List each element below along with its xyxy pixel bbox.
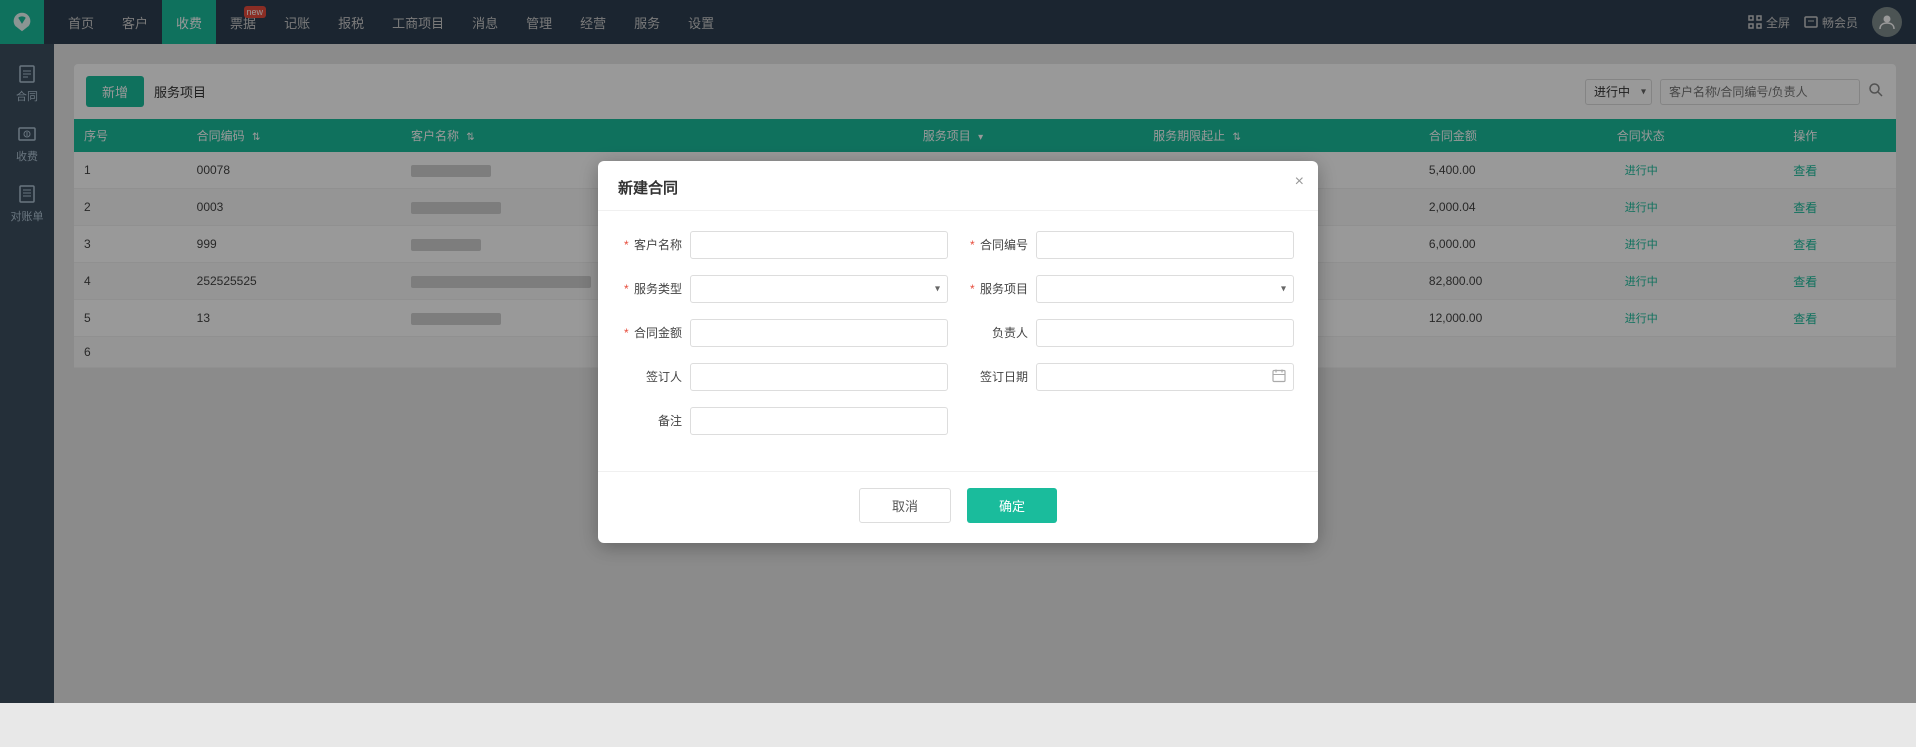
form-row-2: * 服务类型 * 服务项目: [622, 275, 1294, 303]
required-star-4: *: [970, 282, 975, 296]
calendar-icon[interactable]: [1272, 368, 1286, 385]
amount-input[interactable]: 0.00: [690, 319, 948, 347]
form-group-responsible: 负责人: [968, 319, 1294, 347]
new-contract-modal: 新建合同 × * 客户名称 * 合同编号: [598, 161, 1318, 543]
client-name-label: * 客户名称: [622, 236, 682, 253]
form-group-signer: 签订人: [622, 363, 948, 391]
client-name-input[interactable]: [690, 231, 948, 259]
form-group-remarks: 备注: [622, 407, 948, 435]
form-row-3: * 合同金额 0.00 负责人: [622, 319, 1294, 347]
service-type-select-wrap: [690, 275, 948, 303]
remarks-label: 备注: [622, 412, 682, 429]
contract-no-input[interactable]: [1036, 231, 1294, 259]
service-item-select[interactable]: [1036, 275, 1294, 303]
modal-close-button[interactable]: ×: [1295, 173, 1304, 191]
sign-date-label: 签订日期: [968, 368, 1028, 385]
modal-header: 新建合同 ×: [598, 161, 1318, 211]
service-item-select-wrap: [1036, 275, 1294, 303]
required-star-1: *: [624, 238, 629, 252]
amount-label: * 合同金额: [622, 324, 682, 341]
confirm-button[interactable]: 确定: [967, 488, 1057, 523]
form-row-4: 签订人 签订日期 2023-06-06: [622, 363, 1294, 391]
form-row-5: 备注: [622, 407, 1294, 435]
form-group-contract-no: * 合同编号: [968, 231, 1294, 259]
cancel-button[interactable]: 取消: [859, 488, 951, 523]
required-star-3: *: [624, 282, 629, 296]
form-group-amount: * 合同金额 0.00: [622, 319, 948, 347]
modal-body: * 客户名称 * 合同编号 *: [598, 211, 1318, 471]
form-group-client-name: * 客户名称: [622, 231, 948, 259]
service-type-select[interactable]: [690, 275, 948, 303]
responsible-input[interactable]: [1036, 319, 1294, 347]
modal-title: 新建合同: [618, 180, 678, 197]
service-type-label: * 服务类型: [622, 280, 682, 297]
signer-label: 签订人: [622, 368, 682, 385]
form-group-sign-date: 签订日期 2023-06-06: [968, 363, 1294, 391]
form-group-service-item: * 服务项目: [968, 275, 1294, 303]
responsible-label: 负责人: [968, 324, 1028, 341]
remarks-input[interactable]: [690, 407, 948, 435]
modal-overlay: 新建合同 × * 客户名称 * 合同编号: [0, 0, 1916, 703]
signer-input[interactable]: [690, 363, 948, 391]
sign-date-wrap: 2023-06-06: [1036, 363, 1294, 391]
form-group-service-type: * 服务类型: [622, 275, 948, 303]
service-item-label: * 服务项目: [968, 280, 1028, 297]
required-star-5: *: [624, 326, 629, 340]
contract-no-label: * 合同编号: [968, 236, 1028, 253]
modal-footer: 取消 确定: [598, 471, 1318, 543]
sign-date-input[interactable]: 2023-06-06: [1036, 363, 1294, 391]
form-row-1: * 客户名称 * 合同编号: [622, 231, 1294, 259]
required-star-2: *: [970, 238, 975, 252]
